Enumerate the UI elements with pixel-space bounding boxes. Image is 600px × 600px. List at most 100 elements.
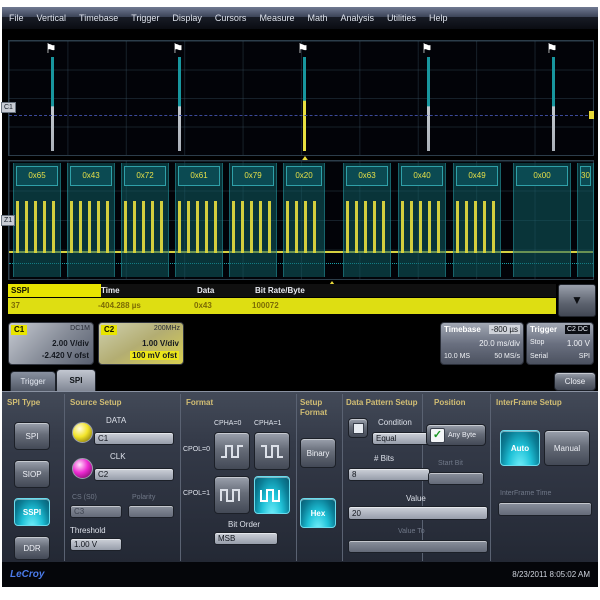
trigger-descriptor[interactable]: Trigger C2 DC Stop 1.00 V Serial SPI	[526, 322, 594, 365]
cpol1-label: CPOL=1	[183, 490, 211, 497]
row-index-cell: 37	[11, 301, 20, 310]
menu-help[interactable]: Help	[429, 13, 448, 23]
main-waveform-grid: ⚑ ⚑ ⚑ ⚑ ⚑	[8, 40, 594, 163]
trigger-level: 1.00 V	[566, 339, 590, 348]
row-rate-cell: 100072	[252, 301, 279, 310]
spi-type-sspi-button[interactable]: SSPI	[14, 498, 50, 526]
interframe-setup-title: InterFrame Setup	[496, 398, 562, 407]
section-divider	[180, 394, 181, 561]
bit-order-select[interactable]: MSB	[214, 532, 278, 545]
value-to-field[interactable]	[348, 540, 488, 553]
frame-flag-icon: ⚑	[297, 41, 309, 56]
decode-value-box: 0x00	[516, 166, 568, 186]
row-data-cell: 0x43	[194, 301, 212, 310]
tab-spi[interactable]: SPI	[56, 369, 96, 392]
spi-type-siop-button[interactable]: SIOP	[14, 460, 50, 488]
clock-phase-icon	[220, 489, 240, 502]
cpol0-cpha1-button[interactable]	[254, 432, 290, 470]
c1-tag: C1	[11, 325, 28, 335]
binary-format-button[interactable]: Binary	[300, 438, 336, 468]
decode-value-box: 0x20	[286, 166, 322, 186]
polarity-select[interactable]	[128, 505, 174, 518]
menu-trigger[interactable]: Trigger	[131, 13, 159, 23]
tab-trigger[interactable]: Trigger	[10, 371, 56, 392]
data-pulses	[70, 201, 112, 253]
menu-timebase[interactable]: Timebase	[79, 13, 118, 23]
table-row[interactable]: 37 -404.288 µs 0x43 100072	[8, 298, 556, 314]
cs-source-select[interactable]: C3	[70, 505, 122, 518]
timebase-rate: 50 MS/s	[494, 353, 520, 360]
decode-table-header: SSPI Time Data Bit Rate/Byte	[8, 284, 556, 297]
cpol1-cpha1-button[interactable]	[254, 476, 290, 514]
condition-label: Condition	[378, 418, 412, 427]
clock-phase-icon	[261, 445, 283, 458]
interframe-manual-button[interactable]: Manual	[544, 430, 590, 466]
timebase-samples: 10.0 MS	[444, 353, 471, 360]
oscilloscope-screen: File Vertical Timebase Trigger Display C…	[1, 7, 598, 587]
decode-value-box: 0x79	[232, 166, 274, 186]
format-title: Format	[186, 398, 214, 407]
decode-byte-region: 0x40	[398, 163, 446, 277]
threshold-field[interactable]: 1.00 V	[70, 538, 122, 551]
decode-byte-region: 0x20	[283, 163, 325, 277]
table-header-protocol: SSPI	[8, 284, 101, 297]
spi-trigger-dialog: SPI Type SPI SIOP SSPI DDR Source Setup …	[2, 391, 598, 563]
spi-type-spi-button[interactable]: SPI	[14, 422, 50, 450]
frame-flag-icon: ⚑	[45, 41, 57, 56]
value-field[interactable]: 20	[348, 506, 488, 520]
any-byte-checkbox[interactable]: ✓ Any Byte	[426, 424, 486, 446]
interframe-auto-button[interactable]: Auto	[500, 430, 540, 466]
setup-format-title-1: Setup	[300, 398, 323, 407]
clk-source-select[interactable]: C2	[94, 468, 174, 481]
status-bar: LeCroy 8/23/2011 8:05:02 AM	[2, 562, 598, 587]
decode-byte-region: 0x79	[229, 163, 277, 277]
data-pulses	[124, 201, 166, 253]
decode-byte-region: 30	[577, 163, 594, 277]
clk-source-label: CLK	[110, 452, 126, 461]
table-scroll-button[interactable]: ▼	[558, 284, 596, 317]
menu-file[interactable]: File	[9, 13, 24, 23]
menu-vertical[interactable]: Vertical	[37, 13, 67, 23]
close-button[interactable]: Close	[554, 372, 596, 391]
menu-display[interactable]: Display	[172, 13, 202, 23]
table-header-time: Time	[101, 286, 120, 295]
condition-select[interactable]: Equal	[372, 432, 432, 445]
decode-byte-region: 0x65	[13, 163, 61, 277]
data-source-select[interactable]: C1	[94, 432, 174, 445]
spi-type-ddr-button[interactable]: DDR	[14, 536, 50, 560]
cpol0-cpha0-button[interactable]	[214, 432, 250, 470]
spi-burst-waveform	[552, 57, 555, 151]
trigger-mode: Stop	[530, 339, 545, 346]
start-bit-field[interactable]	[428, 472, 484, 485]
hex-format-button[interactable]: Hex	[300, 498, 336, 528]
spi-burst-waveform-triggered	[303, 57, 306, 151]
cpol0-label: CPOL=0	[183, 446, 211, 453]
cpha1-header: CPHA=1	[254, 420, 282, 427]
menu-analysis[interactable]: Analysis	[340, 13, 374, 23]
bits-field[interactable]: 8	[348, 468, 430, 481]
data-pulses	[286, 201, 322, 253]
position-title: Position	[434, 398, 466, 407]
c1-coupling: DC1M	[70, 325, 90, 332]
channel-c1-descriptor[interactable]: C1 DC1M 2.00 V/div -2.420 V ofst	[8, 322, 94, 365]
menu-measure[interactable]: Measure	[259, 13, 294, 23]
polarity-label: Polarity	[132, 494, 156, 501]
interframe-time-field[interactable]	[498, 502, 592, 516]
table-header-bitrate: Bit Rate/Byte	[255, 286, 305, 295]
menu-math[interactable]: Math	[307, 13, 327, 23]
cpol1-cpha0-button[interactable]	[214, 476, 250, 514]
data-pulses	[346, 201, 388, 253]
data-pattern-title: Data Pattern Setup	[346, 398, 418, 407]
decode-table: SSPI Time Data Bit Rate/Byte 37 -404.288…	[8, 284, 556, 314]
timebase-descriptor[interactable]: Timebase -800 µs 20.0 ms/div 10.0 MS 50 …	[440, 322, 524, 365]
channel-c2-descriptor[interactable]: C2 200MHz 1.00 V/div 100 mV ofst	[98, 322, 184, 365]
c2-offset: 100 mV ofst	[130, 351, 179, 360]
interframe-time-label: InterFrame Time	[500, 490, 552, 497]
clock-phase-icon	[221, 445, 243, 458]
menu-cursors[interactable]: Cursors	[215, 13, 247, 23]
menu-utilities[interactable]: Utilities	[387, 13, 416, 23]
bits-label: # Bits	[374, 454, 395, 463]
pattern-editor-button[interactable]	[348, 418, 368, 438]
decode-value-box: 0x43	[70, 166, 112, 186]
data-pulses	[456, 201, 498, 253]
